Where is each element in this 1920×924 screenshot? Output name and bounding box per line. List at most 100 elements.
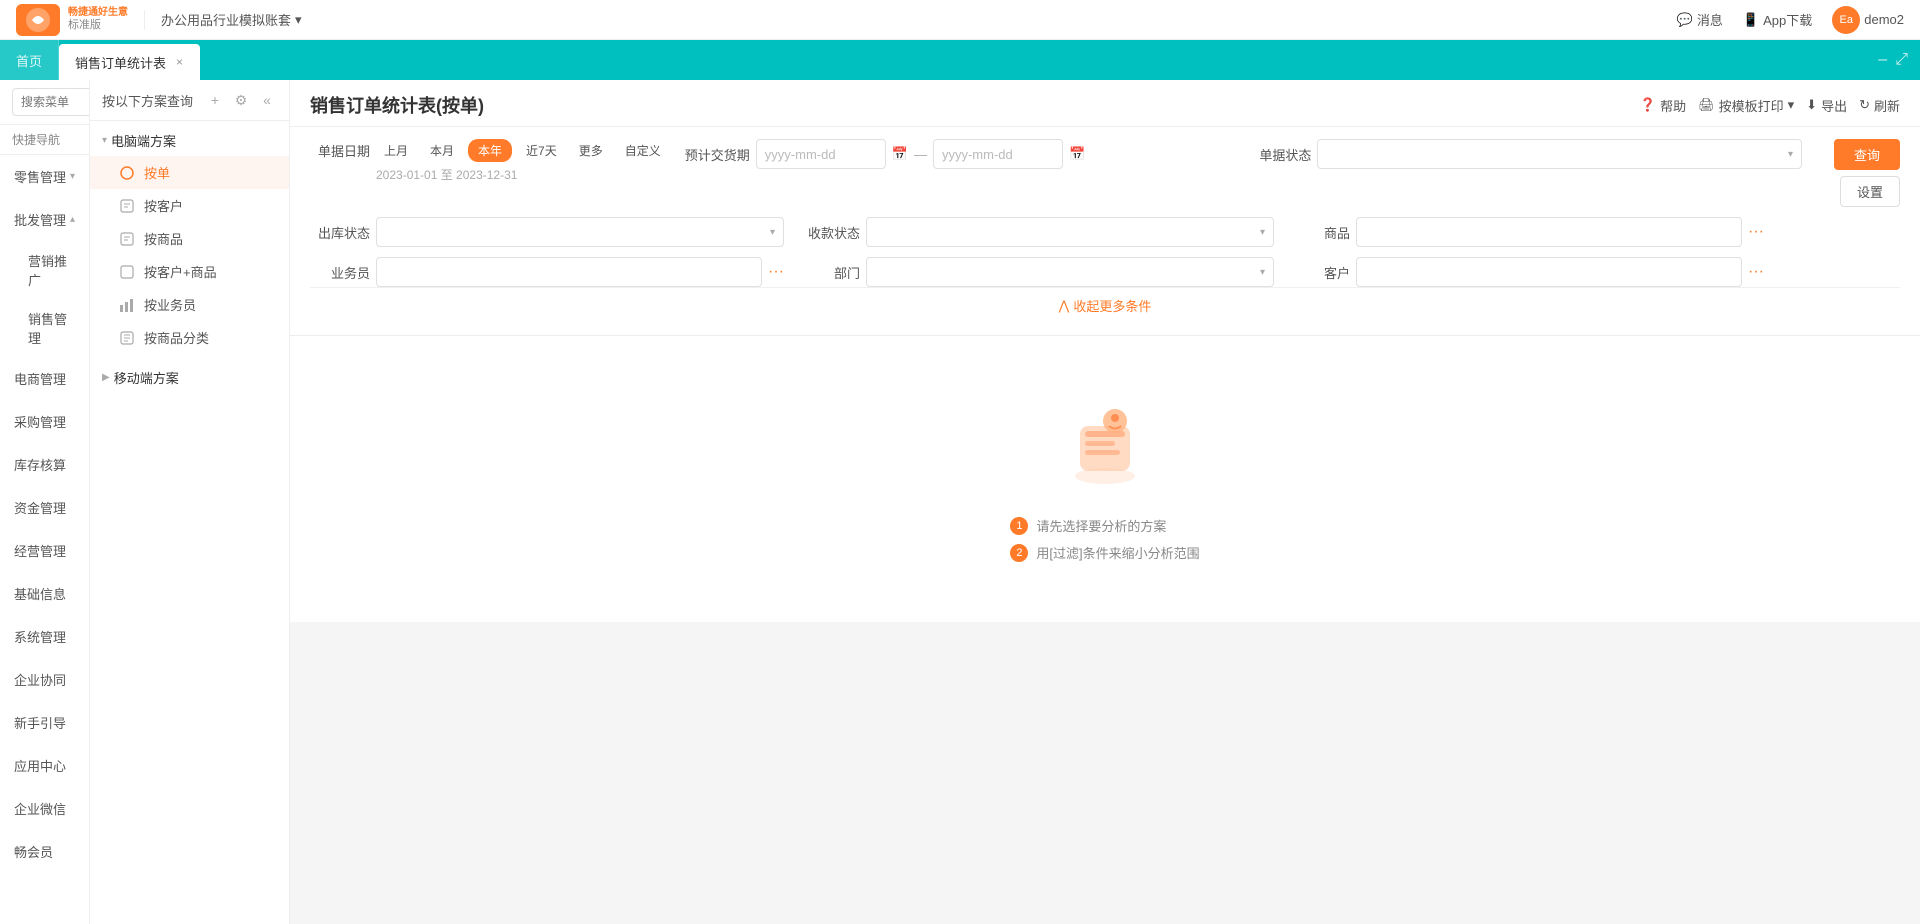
salesperson-label: 业务员 [310,263,370,282]
query-button[interactable]: 查询 [1834,139,1900,170]
date-buttons: 上月 本月 本年 近7天 更多 自定义 [376,139,669,162]
left-panel-actions: + ⚙ « [205,90,277,110]
sidebar-item-enterprise[interactable]: 企业协同 [0,658,89,701]
quick-nav[interactable]: 快捷导航 [0,125,89,155]
goods-input[interactable] [1356,217,1742,247]
sidebar-item-system[interactable]: 系统管理 [0,615,89,658]
settings-button[interactable]: 设置 [1840,176,1900,207]
mobile-scheme-group-header[interactable]: ▶ 移动端方案 [90,362,289,393]
date-btn-this-month[interactable]: 本月 [422,139,462,162]
dept-arrow: ▾ [1260,267,1265,278]
content-area: 按以下方案查询 + ⚙ « ▾ 电脑端方案 [90,80,1920,924]
tab-sales-order-stats[interactable]: 销售订单统计表 × [59,44,200,80]
filter-area: 单据日期 上月 本月 本年 近7天 更多 自定义 [290,127,1920,336]
filter-row-1: 单据日期 上月 本月 本年 近7天 更多 自定义 [310,139,1900,207]
scheme-item-by-order[interactable]: 按单 [90,156,289,189]
scheme-item-by-salesperson[interactable]: 按业务员 [90,288,289,321]
expected-date-filter: 预计交货期 📅 — 📅 [685,139,1236,169]
payment-dropdown[interactable]: ▾ [866,217,1274,247]
payment-label: 收款状态 [800,223,860,242]
app-selector[interactable]: 办公用品行业模拟账套 ▾ [161,10,302,29]
scheme-icon-order [118,164,136,182]
user-menu[interactable]: Ea demo2 [1832,6,1904,34]
sidebar-item-finance[interactable]: 资金管理 [0,486,89,529]
refresh-btn[interactable]: ↻ 刷新 [1859,96,1900,115]
sidebar-sub-marketing[interactable]: 营销推广 [0,241,89,299]
delivery-arrow: ▾ [770,227,775,238]
sidebar-item-operations[interactable]: 经营管理 [0,529,89,572]
help-btn[interactable]: ❓ 帮助 [1640,96,1686,115]
order-status-dropdown[interactable]: ▾ [1317,139,1802,169]
search-input[interactable] [12,88,90,116]
sidebar-item-appcenter[interactable]: 应用中心 [0,744,89,787]
empty-tips: 1 请先选择要分析的方案 2 用[过滤]条件来缩小分析范围 [1010,516,1199,562]
sidebar-item-newuser[interactable]: 新手引导 [0,701,89,744]
logo [16,4,60,36]
scheme-item-by-customer[interactable]: 按客户 [90,189,289,222]
dept-dropdown[interactable]: ▾ [866,257,1274,287]
goods-more-icon[interactable]: ··· [1748,223,1764,241]
sidebar-item-inventory[interactable]: 库存核算 [0,443,89,486]
page-header: 销售订单统计表(按单) ❓ 帮助 🖨 按模板打印 ▾ ⬇ 导出 [290,80,1920,127]
tab-minimize-icon[interactable]: – [1878,51,1887,69]
empty-tip-2: 2 用[过滤]条件来缩小分析范围 [1010,543,1199,562]
sidebar-item-retail[interactable]: 零售管理 ▾ [0,155,89,198]
expected-date-end[interactable] [933,139,1063,169]
scheme-icon-salesperson [118,296,136,314]
sidebar-item-member[interactable]: 畅会员 [0,830,89,873]
page-actions: ❓ 帮助 🖨 按模板打印 ▾ ⬇ 导出 ↻ 刷新 [1640,96,1900,115]
tab-close-icon[interactable]: × [176,55,183,69]
customer-input[interactable] [1356,257,1742,287]
date-filter: 单据日期 上月 本月 本年 近7天 更多 自定义 [310,139,669,183]
message-btn[interactable]: 💬 消息 [1677,10,1723,29]
app-download-btn[interactable]: 📱 App下载 [1743,10,1812,29]
empty-tip-1: 1 请先选择要分析的方案 [1010,516,1199,535]
topbar-left: 畅捷通好生意 标准版 办公用品行业模拟账套 ▾ [16,4,302,36]
date-label: 单据日期 [310,141,370,160]
scheme-item-by-cust-prod[interactable]: 按客户+商品 [90,255,289,288]
scheme-item-by-product[interactable]: 按商品 [90,222,289,255]
salesperson-input[interactable] [376,257,762,287]
tab-maximize-icon[interactable]: ⤢ [1895,51,1908,69]
sidebar-item-basic[interactable]: 基础信息 [0,572,89,615]
date-btn-7days[interactable]: 近7天 [518,139,565,162]
goods-filter: 商品 ··· [1290,217,1764,247]
date-btn-this-year[interactable]: 本年 [468,139,512,162]
add-scheme-btn[interactable]: + [205,90,225,110]
delivery-filter: 出库状态 ▾ [310,217,784,247]
expected-date-start[interactable] [756,139,886,169]
date-btn-custom[interactable]: 自定义 [617,139,669,162]
filter-row-2: 出库状态 ▾ 收款状态 [310,217,1900,247]
sidebar-item-wholesale[interactable]: 批发管理 ▴ [0,198,89,241]
scheme-item-by-category[interactable]: 按商品分类 [90,321,289,354]
topbar: 畅捷通好生意 标准版 办公用品行业模拟账套 ▾ 💬 消息 📱 App下载 Ea … [0,0,1920,40]
sidebar-sub-sales[interactable]: 销售管理 [0,299,89,357]
scheme-icon-product [118,230,136,248]
right-content: 销售订单统计表(按单) ❓ 帮助 🖨 按模板打印 ▾ ⬇ 导出 [290,80,1920,924]
dept-label: 部门 [800,263,860,282]
pc-scheme-group-header[interactable]: ▾ 电脑端方案 [90,125,289,156]
sidebar-item-purchase[interactable]: 采购管理 [0,400,89,443]
customer-more-icon[interactable]: ··· [1748,263,1764,281]
scheme-settings-btn[interactable]: ⚙ [231,90,251,110]
left-panel-header: 按以下方案查询 + ⚙ « [90,80,289,121]
date-btn-more[interactable]: 更多 [571,139,611,162]
delivery-dropdown[interactable]: ▾ [376,217,784,247]
empty-state: 1 请先选择要分析的方案 2 用[过滤]条件来缩小分析范围 [290,336,1920,622]
tab-home[interactable]: 首页 [0,40,59,80]
date-btn-last-month[interactable]: 上月 [376,139,416,162]
nav-main: 零售管理 ▾ 批发管理 ▴ 营销推广 销售管理 电商管理 采购管理 库存核算 资… [0,155,89,873]
salesperson-more-icon[interactable]: ··· [768,263,784,281]
filter-row-wrapper: 单据日期 上月 本月 本年 近7天 更多 自定义 [310,139,1900,287]
print-btn[interactable]: 🖨 按模板打印 ▾ [1698,96,1794,115]
export-btn[interactable]: ⬇ 导出 [1806,96,1847,115]
sidebar-item-ecommerce[interactable]: 电商管理 [0,357,89,400]
empty-icon [1055,396,1155,496]
sidebar-item-wechat[interactable]: 企业微信 [0,787,89,830]
scheme-icon-cust-prod [118,263,136,281]
filter-rows-main: 单据日期 上月 本月 本年 近7天 更多 自定义 [310,139,1900,287]
customer-label: 客户 [1290,263,1350,282]
panel-collapse-btn[interactable]: « [257,90,277,110]
collapse-filters-btn[interactable]: ⋀ 收起更多条件 [310,287,1900,323]
avatar: Ea [1832,6,1860,34]
